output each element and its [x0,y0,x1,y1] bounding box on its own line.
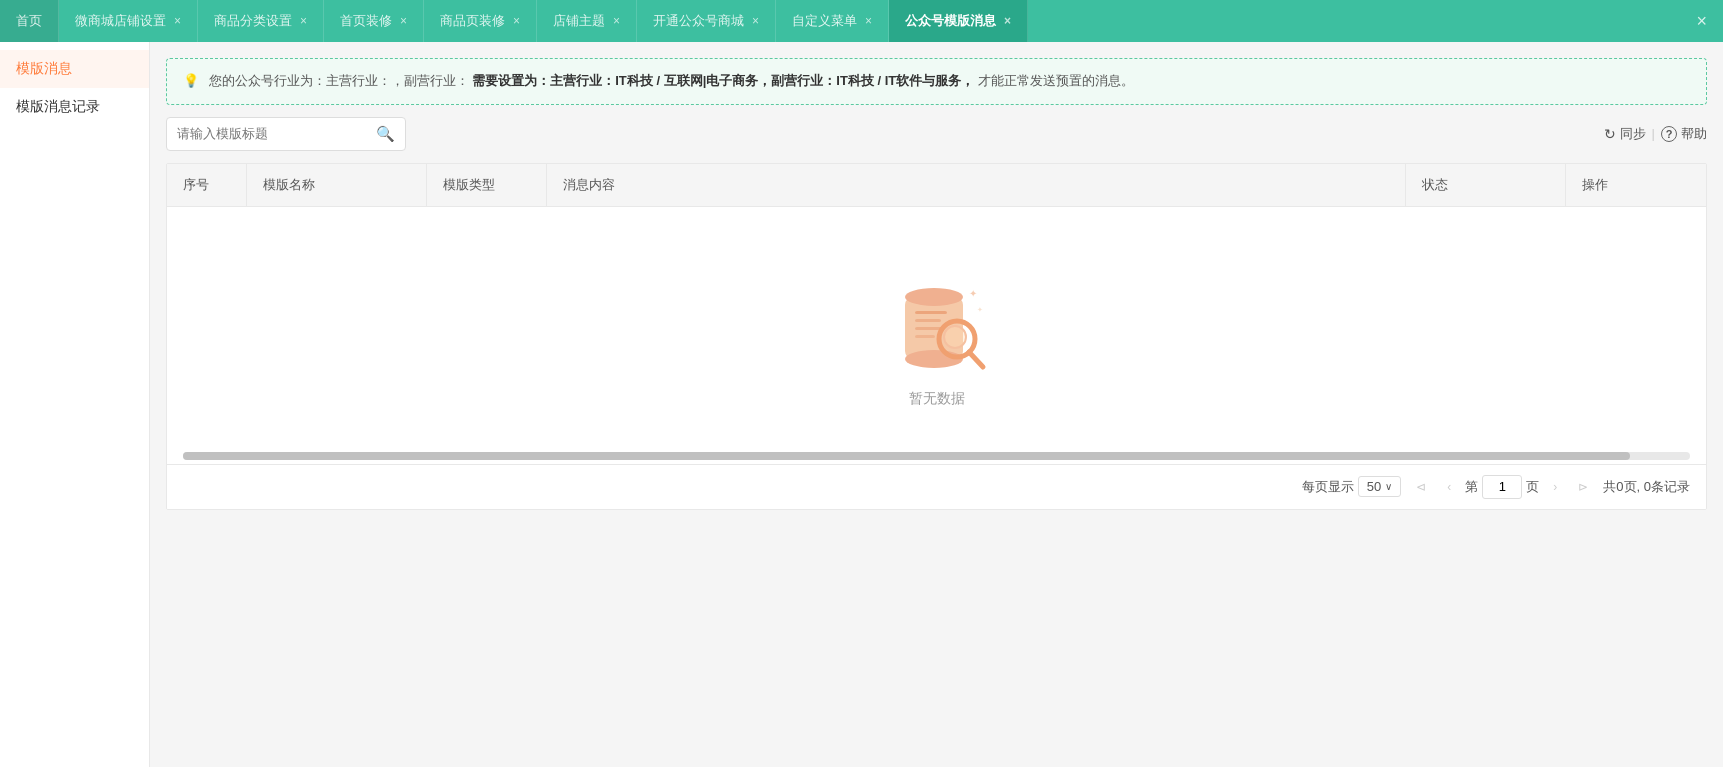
notice-highlight: 需要设置为：主营行业：IT科技 / 互联网|电子商务，副营行业：IT科技 / I… [472,73,974,88]
sync-label: 同步 [1620,125,1646,143]
svg-rect-7 [915,335,935,338]
content-area: 💡 您的公众号行业为：主营行业：，副营行业： 需要设置为：主营行业：IT科技 /… [150,42,1723,767]
tab-product[interactable]: 商品页装修 × [424,0,537,42]
svg-rect-6 [915,327,943,330]
tab-theme[interactable]: 店铺主题 × [537,0,637,42]
page-number-input[interactable] [1482,475,1522,499]
sidebar-item-template-msg[interactable]: 模版消息 [0,50,149,88]
sidebar-item-template-msg-label: 模版消息 [16,60,72,76]
next-page-button[interactable]: › [1543,475,1567,499]
last-page-button[interactable]: ⊳ [1571,475,1595,499]
per-page-value: 50 [1367,479,1381,494]
prev-page-button[interactable]: ‹ [1437,475,1461,499]
svg-rect-4 [915,311,947,314]
close-all-button[interactable]: × [1680,11,1723,32]
th-type: 模版类型 [427,164,547,206]
help-label: 帮助 [1681,125,1707,143]
svg-point-2 [905,288,963,306]
tab-custommenu[interactable]: 自定义菜单 × [776,0,889,42]
tab-wshop-close[interactable]: × [174,15,181,27]
empty-text: 暂无数据 [909,390,965,408]
per-page-dropdown[interactable]: 50 ∨ [1358,476,1401,497]
notice-prefix: 您的公众号行业为：主营行业：，副营行业： [209,73,469,88]
th-content: 消息内容 [547,164,1406,206]
table-header: 序号 模版名称 模版类型 消息内容 状态 操作 [167,164,1706,207]
tab-homepage[interactable]: 首页装修 × [324,0,424,42]
th-status: 状态 [1406,164,1566,206]
notice-box: 💡 您的公众号行业为：主营行业：，副营行业： 需要设置为：主营行业：IT科技 /… [166,58,1707,105]
sidebar-item-template-msg-record[interactable]: 模版消息记录 [0,88,149,126]
tab-templatemsg[interactable]: 公众号模版消息 × [889,0,1028,42]
notice-suffix: 才能正常发送预置的消息。 [978,73,1134,88]
tab-openstore-close[interactable]: × [752,15,759,27]
svg-point-9 [944,326,966,348]
help-icon: ? [1661,126,1677,142]
help-button[interactable]: ? 帮助 [1661,125,1707,143]
tab-category-label: 商品分类设置 [214,12,292,30]
tab-bar: 首页 微商城店铺设置 × 商品分类设置 × 首页装修 × 商品页装修 × 店铺主… [0,0,1723,42]
search-icon[interactable]: 🔍 [376,125,395,143]
svg-rect-5 [915,319,941,322]
th-action: 操作 [1566,164,1706,206]
main-layout: 模版消息 模版消息记录 💡 您的公众号行业为：主营行业：，副营行业： 需要设置为… [0,42,1723,767]
tab-homepage-close[interactable]: × [400,15,407,27]
th-name: 模版名称 [247,164,427,206]
sync-button[interactable]: ↻ 同步 [1604,125,1646,143]
tab-product-close[interactable]: × [513,15,520,27]
tab-category-close[interactable]: × [300,15,307,27]
svg-text:✦: ✦ [969,288,977,299]
page-label-suffix: 页 [1526,478,1539,496]
divider: | [1652,126,1655,141]
scroll-thumb [183,452,1630,460]
tab-theme-label: 店铺主题 [553,12,605,30]
th-index: 序号 [167,164,247,206]
dropdown-arrow-icon: ∨ [1385,481,1392,492]
sidebar: 模版消息 模版消息记录 [0,42,150,767]
tab-home-label: 首页 [16,12,42,30]
search-input[interactable] [177,126,376,141]
svg-line-10 [969,352,983,367]
tab-product-label: 商品页装修 [440,12,505,30]
scroll-track[interactable] [183,452,1690,460]
page-total: 共0页, 0条记录 [1603,478,1690,496]
tab-templatemsg-label: 公众号模版消息 [905,12,996,30]
per-page-label: 每页显示 [1302,478,1354,496]
page-size-select: 每页显示 50 ∨ [1302,476,1401,497]
tab-custommenu-label: 自定义菜单 [792,12,857,30]
table-container: 序号 模版名称 模版类型 消息内容 状态 操作 [166,163,1707,510]
tab-openstore-label: 开通公众号商城 [653,12,744,30]
tab-theme-close[interactable]: × [613,15,620,27]
empty-illustration: ✦ ✦ [877,267,997,390]
tab-homepage-label: 首页装修 [340,12,392,30]
search-actions: ↻ 同步 | ? 帮助 [1604,125,1707,143]
tab-templatemsg-close[interactable]: × [1004,15,1011,27]
tab-wshop-label: 微商城店铺设置 [75,12,166,30]
search-bar: 🔍 ↻ 同步 | ? 帮助 [166,117,1707,151]
sync-icon: ↻ [1604,126,1616,142]
tab-category[interactable]: 商品分类设置 × [198,0,324,42]
svg-text:✦: ✦ [977,306,983,313]
first-page-button[interactable]: ⊲ [1409,475,1433,499]
page-label-prefix: 第 [1465,478,1478,496]
tab-home[interactable]: 首页 [0,0,59,42]
tab-custommenu-close[interactable]: × [865,15,872,27]
notice-icon: 💡 [183,73,199,88]
tab-openstore[interactable]: 开通公众号商城 × [637,0,776,42]
sidebar-item-template-msg-record-label: 模版消息记录 [16,98,100,114]
search-input-wrap: 🔍 [166,117,406,151]
pagination: 每页显示 50 ∨ ⊲ ‹ 第 页 › ⊳ 共0页, 0条记录 [167,464,1706,509]
empty-state: ✦ ✦ 暂无数据 [167,207,1706,448]
tab-wshop[interactable]: 微商城店铺设置 × [59,0,198,42]
page-nav: ⊲ ‹ 第 页 › ⊳ [1409,475,1595,499]
